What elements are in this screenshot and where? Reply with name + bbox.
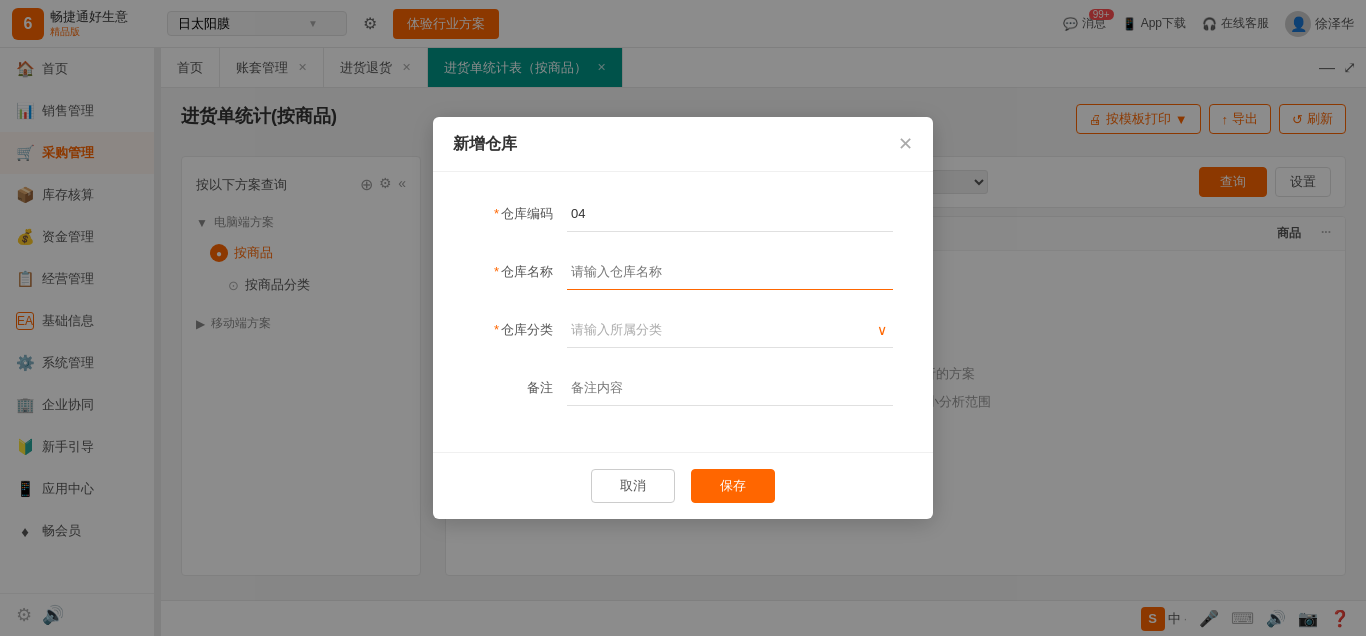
modal-close-button[interactable]: ✕ [898, 133, 913, 155]
category-select-wrap: 请输入所属分类 ∨ [567, 312, 893, 348]
code-label: *仓库编码 [473, 205, 553, 223]
warehouse-name-input[interactable] [567, 254, 893, 290]
form-row-name: *仓库名称 [473, 254, 893, 290]
modal-body: *仓库编码 *仓库名称 *仓库分类 请输入所属分类 ∨ 备注 [433, 172, 933, 452]
modal-title: 新增仓库 [453, 134, 517, 155]
modal-new-warehouse: 新增仓库 ✕ *仓库编码 *仓库名称 *仓库分类 请输入所属分类 ∨ [433, 117, 933, 519]
form-row-note: 备注 [473, 370, 893, 406]
form-row-code: *仓库编码 [473, 196, 893, 232]
warehouse-category-select[interactable]: 请输入所属分类 [567, 312, 893, 348]
save-button[interactable]: 保存 [691, 469, 775, 503]
cancel-button[interactable]: 取消 [591, 469, 675, 503]
form-row-category: *仓库分类 请输入所属分类 ∨ [473, 312, 893, 348]
warehouse-note-input[interactable] [567, 370, 893, 406]
name-label: *仓库名称 [473, 263, 553, 281]
warehouse-code-input[interactable] [567, 196, 893, 232]
modal-footer: 取消 保存 [433, 452, 933, 519]
note-label: 备注 [473, 379, 553, 397]
category-label: *仓库分类 [473, 321, 553, 339]
modal-header: 新增仓库 ✕ [433, 117, 933, 172]
